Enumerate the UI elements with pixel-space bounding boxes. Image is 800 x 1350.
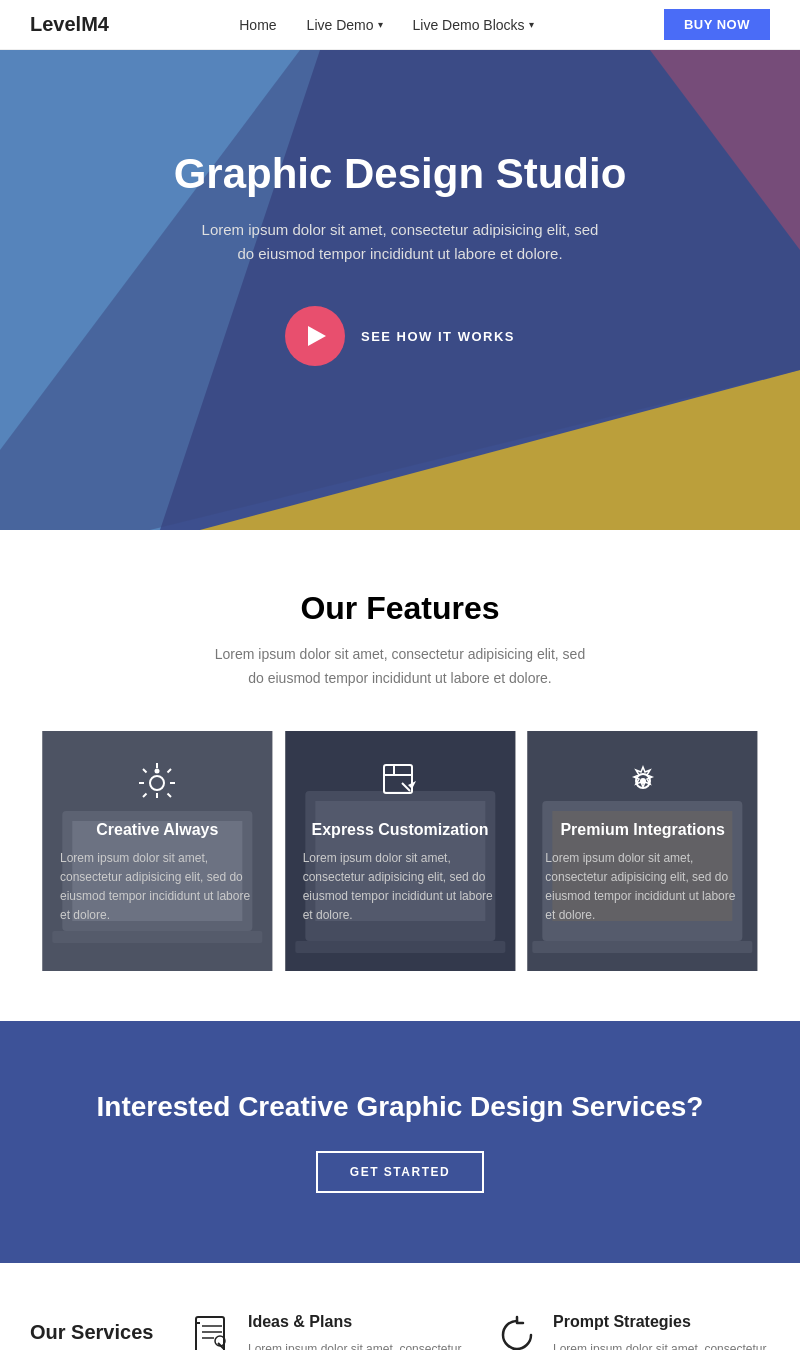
feature-card-express-text: Lorem ipsum dolor sit amet, consectetur … <box>303 849 498 926</box>
feature-card-premium-text: Lorem ipsum dolor sit amet, consectetur … <box>545 849 740 926</box>
feature-card-creative-content: Creative Always Lorem ipsum dolor sit am… <box>40 731 275 971</box>
service-ideas-text: Lorem ipsum dolor sit amet, consectetur … <box>248 1339 465 1350</box>
nav-item-home[interactable]: Home <box>239 16 276 34</box>
premium-icon <box>623 761 663 807</box>
cta-title: Interested Creative Graphic Design Servi… <box>40 1091 760 1123</box>
get-started-button[interactable]: GET STARTED <box>316 1151 484 1193</box>
feature-card-express-content: Express Customization Lorem ipsum dolor … <box>283 731 518 971</box>
features-cards: Creative Always Lorem ipsum dolor sit am… <box>40 731 760 971</box>
features-section: Our Features Lorem ipsum dolor sit amet,… <box>0 530 800 1021</box>
see-how-label: SEE HOW IT WORKS <box>361 329 515 344</box>
svg-line-17 <box>143 793 147 797</box>
service-item-strategies: Prompt Strategies Lorem ipsum dolor sit … <box>495 1313 770 1350</box>
nav-item-live-demo[interactable]: Live Demo <box>307 17 383 33</box>
hero-content: Graphic Design Studio Lorem ipsum dolor … <box>0 50 800 366</box>
services-inner: Our Services Ideas & Plans <box>30 1313 770 1350</box>
svg-line-16 <box>168 769 172 773</box>
services-grid: Ideas & Plans Lorem ipsum dolor sit amet… <box>190 1313 770 1350</box>
navbar: LevelM4 Home Live Demo Live Demo Blocks … <box>0 0 800 50</box>
service-ideas-title: Ideas & Plans <box>248 1313 465 1331</box>
hero-actions: SEE HOW IT WORKS <box>0 306 800 366</box>
hero-subtitle: Lorem ipsum dolor sit amet, consectetur … <box>200 218 600 266</box>
cta-section: Interested Creative Graphic Design Servi… <box>0 1021 800 1263</box>
svg-line-28 <box>402 783 410 791</box>
play-icon <box>308 326 326 346</box>
express-icon <box>380 761 420 807</box>
svg-line-18 <box>168 793 172 797</box>
brand-logo[interactable]: LevelM4 <box>30 13 109 36</box>
feature-card-premium-content: Premium Integrations Lorem ipsum dolor s… <box>525 731 760 971</box>
play-button[interactable] <box>285 306 345 366</box>
feature-card-premium-title: Premium Integrations <box>560 821 724 839</box>
nav-links: Home Live Demo Live Demo Blocks <box>239 16 533 34</box>
service-ideas-content: Ideas & Plans Lorem ipsum dolor sit amet… <box>248 1313 465 1350</box>
strategies-icon <box>495 1313 539 1350</box>
nav-item-live-demo-blocks[interactable]: Live Demo Blocks <box>413 17 534 33</box>
feature-card-express: Express Customization Lorem ipsum dolor … <box>283 731 518 971</box>
feature-card-premium: Premium Integrations Lorem ipsum dolor s… <box>525 731 760 971</box>
creative-icon <box>137 761 177 807</box>
service-item-ideas: Ideas & Plans Lorem ipsum dolor sit amet… <box>190 1313 465 1350</box>
service-strategies-title: Prompt Strategies <box>553 1313 770 1331</box>
services-label: Our Services <box>30 1313 190 1344</box>
buy-now-button[interactable]: BUY NOW <box>664 9 770 40</box>
svg-point-10 <box>150 776 164 790</box>
service-strategies-content: Prompt Strategies Lorem ipsum dolor sit … <box>553 1313 770 1350</box>
feature-card-creative-text: Lorem ipsum dolor sit amet, consectetur … <box>60 849 255 926</box>
feature-card-express-title: Express Customization <box>312 821 489 839</box>
ideas-icon <box>190 1313 234 1350</box>
hero-title: Graphic Design Studio <box>0 150 800 198</box>
svg-point-19 <box>155 768 160 773</box>
features-subtitle: Lorem ipsum dolor sit amet, consectetur … <box>210 643 590 691</box>
hero-section: Graphic Design Studio Lorem ipsum dolor … <box>0 50 800 530</box>
feature-card-creative: Creative Always Lorem ipsum dolor sit am… <box>40 731 275 971</box>
svg-line-15 <box>143 769 147 773</box>
service-strategies-text: Lorem ipsum dolor sit amet, consectetur … <box>553 1339 770 1350</box>
feature-card-creative-title: Creative Always <box>96 821 218 839</box>
services-section: Our Services Ideas & Plans <box>0 1263 800 1350</box>
features-title: Our Features <box>40 590 760 627</box>
